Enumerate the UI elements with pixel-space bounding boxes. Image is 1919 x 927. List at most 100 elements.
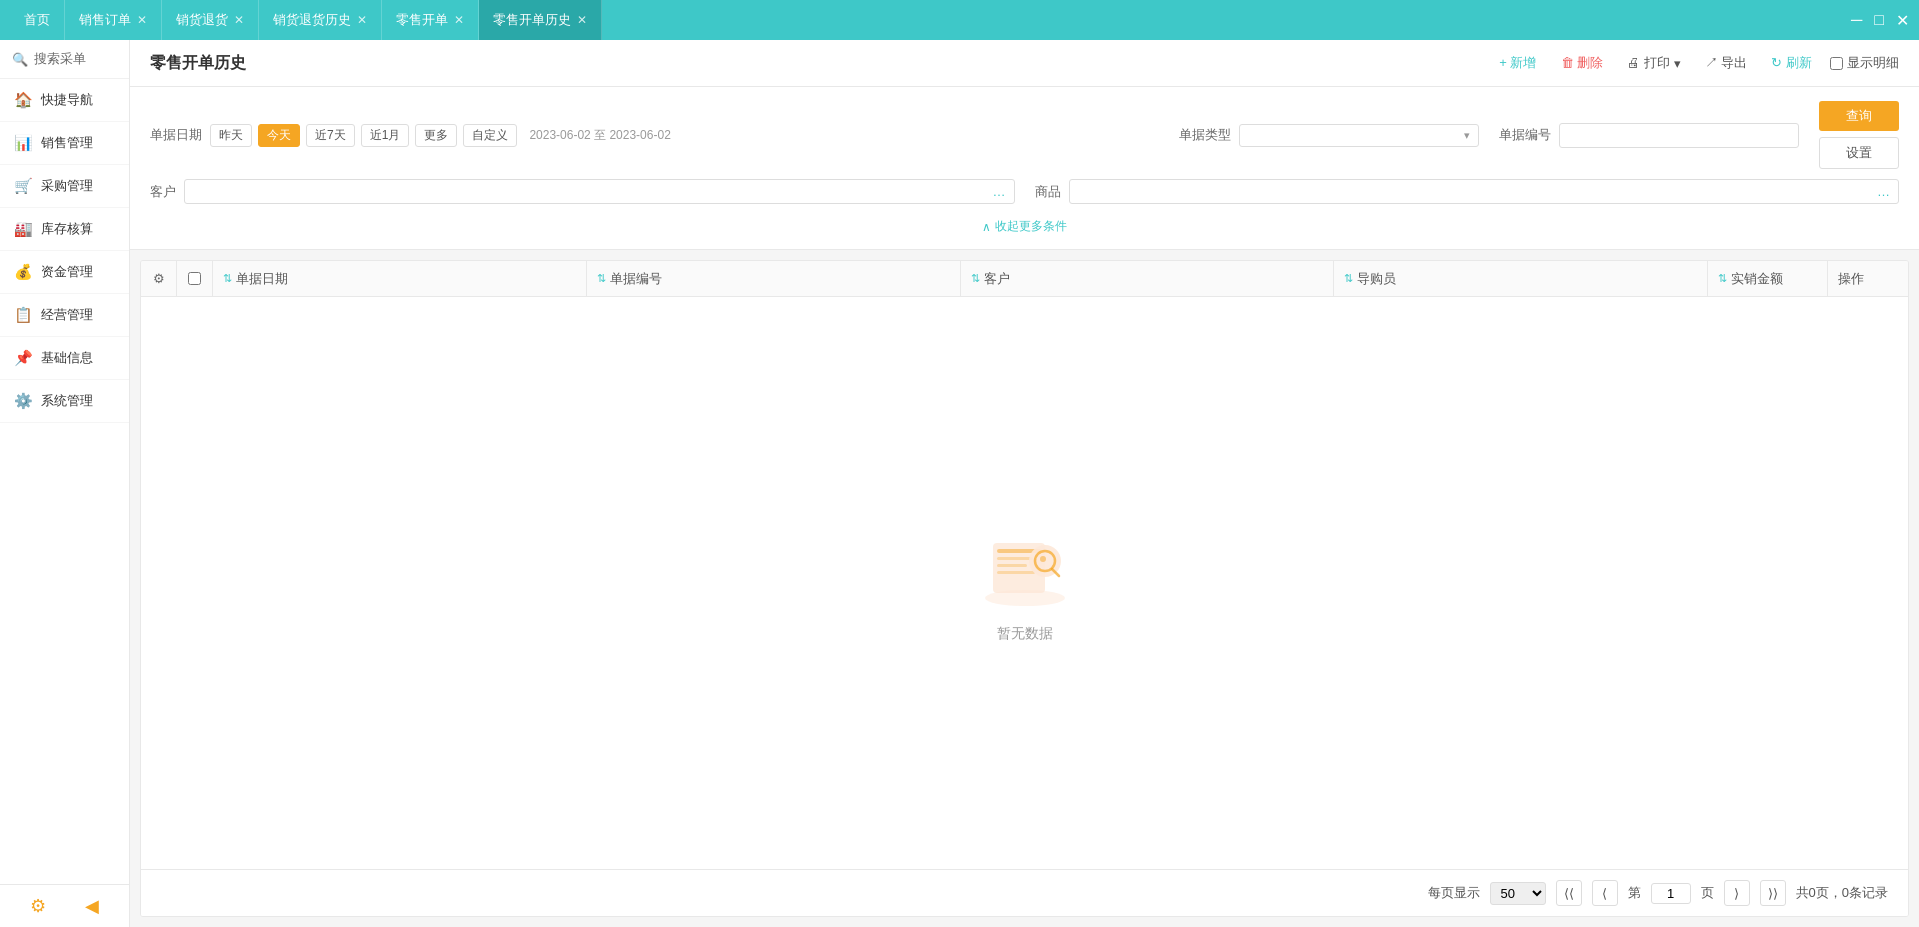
sidebar-item-purchase-mgmt[interactable]: 🛒 采购管理 [0,165,129,208]
select-all-checkbox[interactable] [188,272,201,285]
show-detail-checkbox[interactable]: 显示明细 [1830,54,1899,72]
close-sales-order[interactable]: ✕ [137,13,147,27]
show-detail-input[interactable] [1830,57,1843,70]
per-page-select[interactable]: 50 10 20 100 [1490,882,1546,905]
print-button[interactable]: 🖨 打印 ▾ [1621,50,1687,76]
date-btn-today[interactable]: 今天 [258,124,300,147]
toolbar: + 新增 🗑 删除 🖨 打印 ▾ ↗ 导出 ↻ 刷新 显示明细 [1493,50,1899,76]
date-btn-yesterday[interactable]: 昨天 [210,124,252,147]
date-btn-custom[interactable]: 自定义 [463,124,517,147]
top-nav: 首页 销售订单 ✕ 销货退货 ✕ 销货退货历史 ✕ 零售开单 ✕ 零售开单历史 … [0,0,1919,40]
query-settings-col: 查询 设置 [1819,101,1899,169]
tab-home[interactable]: 首页 [10,0,65,40]
prev-page-btn[interactable]: ⟨ [1592,880,1618,906]
content-area: 零售开单历史 + 新增 🗑 删除 🖨 打印 ▾ ↗ 导出 ↻ 刷新 显示明细 [130,40,1919,927]
sidebar-search[interactable]: 🔍 搜索采单 [0,40,129,79]
svg-rect-3 [997,557,1033,560]
tab-sales-return-history[interactable]: 销货退货历史 ✕ [259,0,382,40]
product-field: 商品 … [1035,179,1900,204]
minimize-btn[interactable]: ─ [1851,11,1862,30]
sort-customer-icon: ⇅ [971,272,980,285]
sidebar-collapse-icon[interactable]: ◀ [85,895,99,917]
empty-illustration [975,523,1075,613]
sidebar-item-label: 采购管理 [41,177,93,195]
collapse-label: 收起更多条件 [995,218,1067,235]
inventory-icon: 🏭 [14,220,33,238]
maximize-btn[interactable]: □ [1874,11,1884,30]
finance-icon: 💰 [14,263,33,281]
sidebar-settings-icon[interactable]: ⚙ [30,895,46,917]
next-page-btn[interactable]: ⟩ [1724,880,1750,906]
sidebar-item-sales-mgmt[interactable]: 📊 销售管理 [0,122,129,165]
product-select[interactable]: … [1069,179,1900,204]
order-no-input[interactable] [1559,123,1799,148]
sidebar-item-system-mgmt[interactable]: ⚙️ 系统管理 [0,380,129,423]
date-btn-more[interactable]: 更多 [415,124,457,147]
first-page-btn[interactable]: ⟨⟨ [1556,880,1582,906]
svg-rect-4 [997,564,1027,567]
col-customer[interactable]: ⇅ 客户 [961,261,1335,296]
per-page-label: 每页显示 [1428,884,1480,902]
tab-sales-order[interactable]: 销售订单 ✕ [65,0,162,40]
window-controls: ─ □ ✕ [1851,11,1909,30]
table-body: 暂无数据 [141,297,1908,869]
tab-retail-open-history[interactable]: 零售开单历史 ✕ [479,0,602,40]
search-row-2: 客户 … 商品 … [150,179,1899,204]
date-btn-last1month[interactable]: 近1月 [361,124,410,147]
pagination: 每页显示 50 10 20 100 ⟨⟨ ⟨ 第 页 ⟩ ⟩⟩ 共0页，0条记录 [141,869,1908,916]
sidebar-item-finance[interactable]: 💰 资金管理 [0,251,129,294]
customer-select[interactable]: … [184,179,1015,204]
order-type-select[interactable]: ▾ [1239,124,1479,147]
customer-label: 客户 [150,183,176,201]
tab-retail-open[interactable]: 零售开单 ✕ [382,0,479,40]
collapse-chevron-icon: ∧ [982,220,991,234]
date-btn-last7days[interactable]: 近7天 [306,124,355,147]
col-amount[interactable]: ⇅ 实销金额 [1708,261,1828,296]
sidebar-item-label: 库存核算 [41,220,93,238]
date-range: 2023-06-02 至 2023-06-02 [529,127,670,144]
print-dropdown-icon[interactable]: ▾ [1674,56,1681,71]
product-label: 商品 [1035,183,1061,201]
table-select-all[interactable] [177,261,213,296]
search-icon: 🔍 [12,52,28,67]
sidebar-item-label: 销售管理 [41,134,93,152]
col-salesperson[interactable]: ⇅ 导购员 [1334,261,1708,296]
close-sales-return-history[interactable]: ✕ [357,13,367,27]
empty-state: 暂无数据 [975,523,1075,643]
search-row-1: 单据日期 昨天 今天 近7天 近1月 更多 自定义 2023-06-02 至 2… [150,101,1899,169]
product-dots[interactable]: … [1877,184,1890,199]
sidebar-item-inventory[interactable]: 🏭 库存核算 [0,208,129,251]
settings-button[interactable]: 设置 [1819,137,1899,169]
date-filters: 昨天 今天 近7天 近1月 更多 自定义 [210,124,517,147]
main-layout: 🔍 搜索采单 🏠 快捷导航 📊 销售管理 🛒 采购管理 🏭 库存核算 💰 资金管… [0,40,1919,927]
sidebar-item-label: 快捷导航 [41,91,93,109]
basicinfo-icon: 📌 [14,349,33,367]
sidebar-item-label: 经营管理 [41,306,93,324]
query-button[interactable]: 查询 [1819,101,1899,131]
close-retail-open[interactable]: ✕ [454,13,464,27]
empty-text: 暂无数据 [997,625,1053,643]
sidebar-item-label: 资金管理 [41,263,93,281]
col-date[interactable]: ⇅ 单据日期 [213,261,587,296]
window-close-btn[interactable]: ✕ [1896,11,1909,30]
sidebar-item-operations[interactable]: 📋 经营管理 [0,294,129,337]
add-button[interactable]: + 新增 [1493,50,1542,76]
last-page-btn[interactable]: ⟩⟩ [1760,880,1786,906]
col-action: 操作 [1828,261,1908,296]
col-no[interactable]: ⇅ 单据编号 [587,261,961,296]
sidebar-item-quick-nav[interactable]: 🏠 快捷导航 [0,79,129,122]
export-button[interactable]: ↗ 导出 [1699,50,1754,76]
sidebar: 🔍 搜索采单 🏠 快捷导航 📊 销售管理 🛒 采购管理 🏭 库存核算 💰 资金管… [0,40,130,927]
refresh-button[interactable]: ↻ 刷新 [1765,50,1818,76]
search-panel: 单据日期 昨天 今天 近7天 近1月 更多 自定义 2023-06-02 至 2… [130,87,1919,250]
customer-dots[interactable]: … [993,184,1006,199]
page-input[interactable] [1651,883,1691,904]
sidebar-item-label: 基础信息 [41,349,93,367]
table-settings-icon[interactable]: ⚙ [141,261,177,296]
tab-sales-return[interactable]: 销货退货 ✕ [162,0,259,40]
close-retail-open-history[interactable]: ✕ [577,13,587,27]
collapse-button[interactable]: ∧ 收起更多条件 [150,214,1899,239]
sidebar-item-basic-info[interactable]: 📌 基础信息 [0,337,129,380]
delete-button[interactable]: 🗑 删除 [1555,50,1610,76]
close-sales-return[interactable]: ✕ [234,13,244,27]
